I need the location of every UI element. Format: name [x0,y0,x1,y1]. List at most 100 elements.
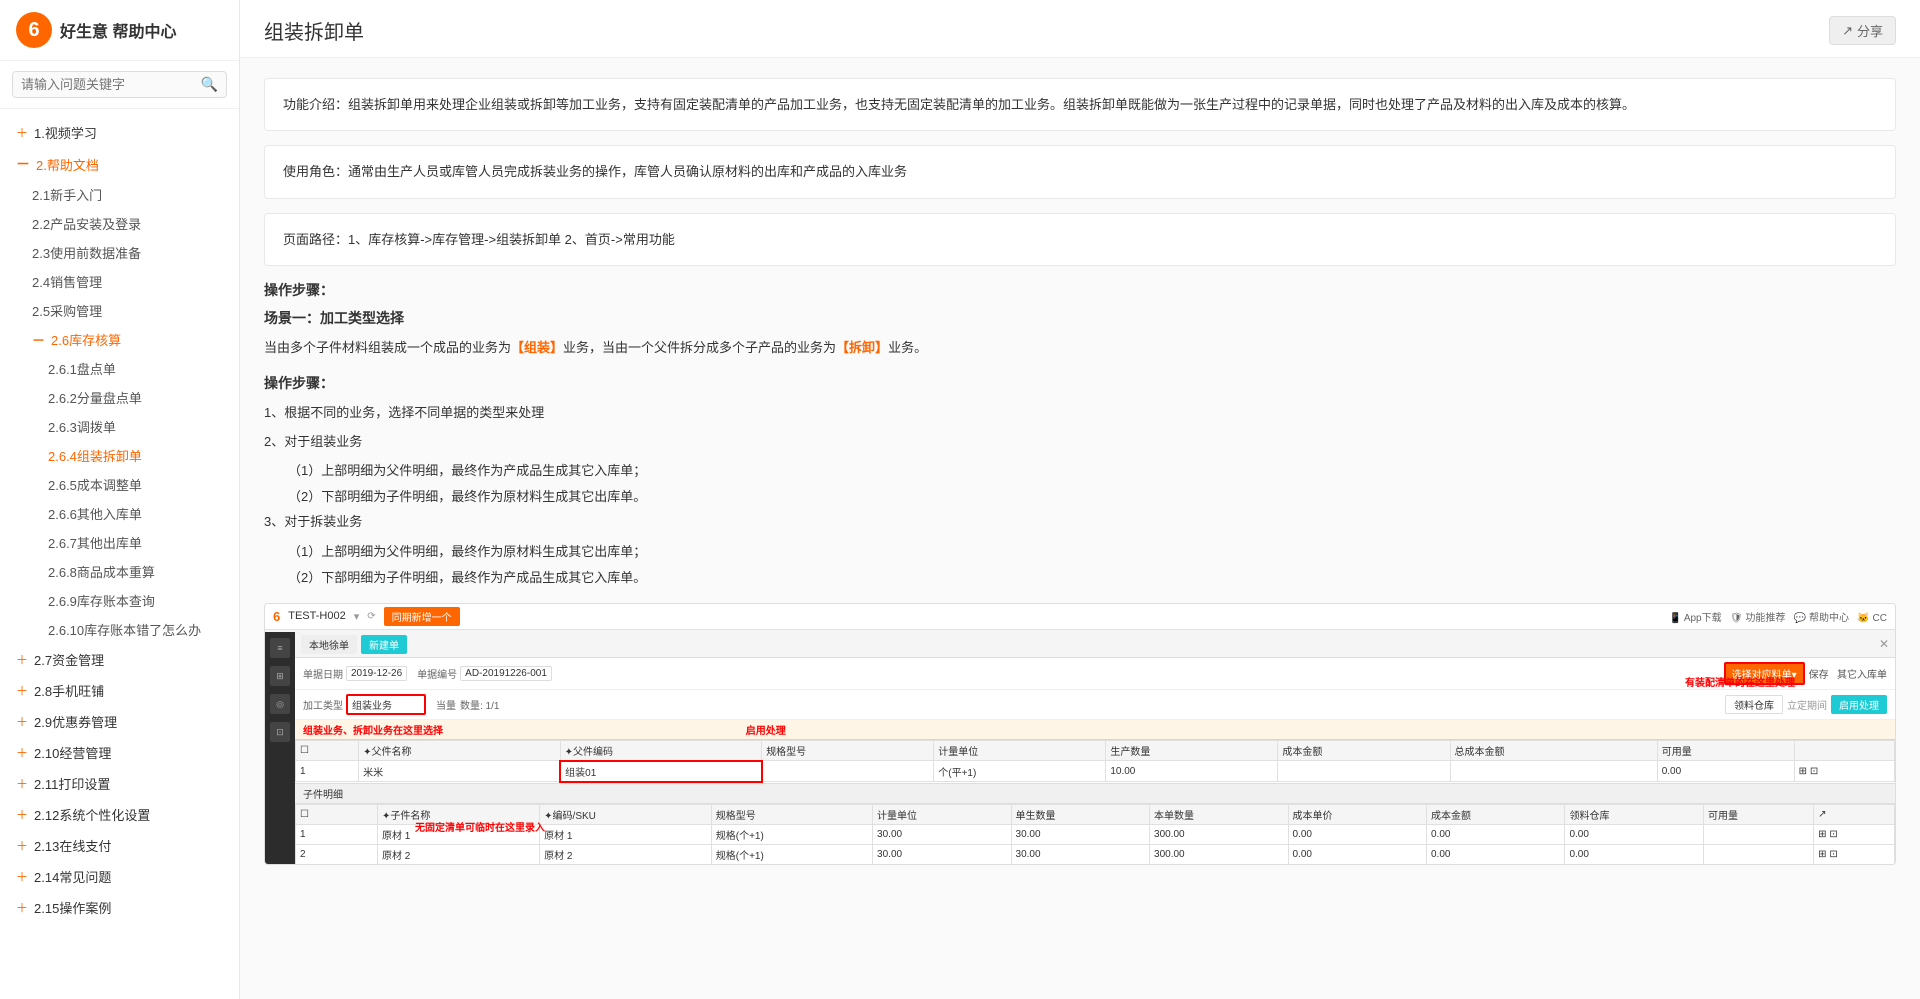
app-left-sidebar: ≡ ⊞ ◎ ⊡ [265,632,295,864]
sidebar-item-purchase[interactable]: 2.5采购管理 [0,296,239,325]
sidebar-item-cost-adjust[interactable]: 2.6.5成本调整单 [0,470,239,499]
minus-icon: － [16,154,30,174]
form-field-order: 单据编号 AD-20191226-001 [417,666,552,681]
sidebar-item-stocktake[interactable]: 2.6.1盘点单 [0,354,239,383]
app-form-row2: 加工类型 组装业务 当量 数量: 1/1 领料仓库 立定期间 启用处理 [295,690,1895,720]
scenario1-title: 场景一：加工类型选择 [264,308,1896,328]
sidebar-item-finance[interactable]: ＋ 2.7资金管理 [0,644,239,675]
sidebar-item-newbie[interactable]: 2.1新手入门 [0,180,239,209]
search-icon[interactable]: 🔍 [201,76,218,93]
app-top-icons: 📱 App下载 🛡 功能推荐 💬 帮助中心 🐱 CC [1669,609,1887,624]
type-value[interactable]: 组装业务 [346,694,426,715]
form-row2-actions: 领料仓库 立定期间 启用处理 [1725,695,1887,714]
sidebar-item-other-out[interactable]: 2.6.7其他出库单 [0,528,239,557]
main-content: 组装拆卸单 ↗ 分享 功能介绍：组装拆卸单用来处理企业组装或拆卸等加工业务，支持… [240,0,1920,999]
plus-icon-payment: ＋ [16,837,28,854]
sidebar-item-ops[interactable]: ＋ 2.10经营管理 [0,737,239,768]
screenshot-mockup: 6 TEST-H002 ▾ ⟳ 同期新增一个 📱 App下载 🛡 功能推荐 💬 … [264,603,1896,865]
plus-icon-personalization: ＋ [16,806,28,823]
sidebar-item-mobile[interactable]: ＋ 2.8手机旺铺 [0,675,239,706]
cell-total [1450,761,1657,782]
app-tabs-row: 本地徐单 新建单 ✕ [295,632,1895,658]
sidebar-nav: ＋ 1.视频学习 － 2.帮助文档 2.1新手入门 2.2产品安装及登录 2.3… [0,109,239,999]
lc-available: 可用量 [1703,804,1813,824]
sidebar-item-ledger-error[interactable]: 2.6.10库存账本错了怎么办 [0,615,239,644]
app-logo-mini: 6 [273,609,280,624]
lc-warehouse: 领料仓库 [1565,804,1703,824]
sidebar-item-video[interactable]: ＋ 1.视频学习 [0,117,239,148]
cell-spec [762,761,934,782]
sidebar-item-cost-recalc[interactable]: 2.6.8商品成本重算 [0,557,239,586]
lc2-unit: 30.00 [873,844,1011,864]
sidebar-item-transfer[interactable]: 2.6.3调拨单 [0,412,239,441]
cell-sku-highlighted: 组装01 [560,761,762,782]
col-name: ✦父件名称 [359,740,561,761]
col-qty: 生产数量 [1106,740,1278,761]
col-cost: 成本金额 [1278,740,1450,761]
enable-btn[interactable]: 启用处理 [1831,695,1887,714]
warehouse-field[interactable]: 领料仓库 [1725,695,1783,714]
sidebar-item-cases[interactable]: ＋ 2.15操作案例 [0,892,239,923]
app-lower-table: ☐ ✦子件名称 ✦编码/SKU 规格型号 计量单位 单生数量 本单数量 成本单价… [295,804,1895,864]
share-button[interactable]: ↗ 分享 [1829,16,1896,45]
sidebar-item-print[interactable]: ＋ 2.11打印设置 [0,768,239,799]
app-close-icon[interactable]: ✕ [1879,637,1889,651]
sidebar-item-other-in[interactable]: 2.6.6其他入库单 [0,499,239,528]
app-tab-local[interactable]: 本地徐单 [301,635,357,654]
sidebar-mini-icon4: ⊡ [270,722,290,742]
col-sku: ✦父件编码 [560,740,762,761]
highlight-disassembly: 【拆卸】 [836,340,888,355]
cell-cost [1278,761,1450,782]
intro-box-2: 使用角色：通常由生产人员或库管人员完成拆装业务的操作，库管人员确认原材料的出库和… [264,145,1896,198]
cell-name: 米米 [359,761,561,782]
sidebar-item-assembly[interactable]: 2.6.4组装拆卸单 [0,441,239,470]
lc1-total: 0.00 [1426,824,1564,844]
main-header: 组装拆卸单 ↗ 分享 [240,0,1920,58]
plus-icon-faq: ＋ [16,868,28,885]
form-action-icons: 保存 其它入库单 [1809,666,1887,681]
table-row-upper-1: 1 米米 组装01 个(平+1) 10.00 0.00 ⊞ ⊡ [296,761,1895,782]
sidebar-item-payment[interactable]: ＋ 2.13在线支付 [0,830,239,861]
order-value: AD-20191226-001 [460,666,552,681]
sidebar-item-faq[interactable]: ＋ 2.14常见问题 [0,861,239,892]
plus-icon-print: ＋ [16,775,28,792]
sidebar-item-personalization[interactable]: ＋ 2.12系统个性化设置 [0,799,239,830]
logo-icon: 6 [16,12,52,48]
app-refresh-icon: ⟳ [367,611,375,622]
sidebar-mini-icon2: ⊞ [270,666,290,686]
app-tab-new[interactable]: 新建单 [361,635,407,654]
lower-table-element: ☐ ✦子件名称 ✦编码/SKU 规格型号 计量单位 单生数量 本单数量 成本单价… [295,804,1895,864]
sidebar-item-install[interactable]: 2.2产品安装及登录 [0,209,239,238]
lc2-wh: 0.00 [1565,844,1703,864]
steps-title: 操作步骤： [264,280,1896,300]
lc1-qty: 300.00 [1150,824,1288,844]
lc1-avail [1703,824,1813,844]
app-logo-text: 好生意 帮助中心 [60,18,176,42]
plus-icon-mobile: ＋ [16,682,28,699]
app-new-btn[interactable]: 同期新增一个 [384,607,460,626]
form-row2-extra: 当量 数量: 1/1 [436,697,1715,712]
sidebar-item-inventory[interactable]: － 2.6库存核算 [0,325,239,354]
lc1-unit: 30.00 [873,824,1011,844]
plus-icon-finance: ＋ [16,651,28,668]
app-company: TEST-H002 [288,610,345,622]
share-icon: ↗ [1842,23,1853,39]
step2-text: 2、对于组装业务 [264,430,1896,455]
sidebar: 6 好生意 帮助中心 🔍 ＋ 1.视频学习 － 2.帮助文档 2.1新手入门 2… [0,0,240,999]
lc-qty: 本单数量 [1150,804,1288,824]
intro-box-1: 功能介绍：组装拆卸单用来处理企业组装或拆卸等加工业务，支持有固定装配清单的产品加… [264,78,1896,131]
sidebar-item-partial-stocktake[interactable]: 2.6.2分量盘点单 [0,383,239,412]
col-total-cost: 总成本金额 [1450,740,1657,761]
sidebar-item-help-docs[interactable]: － 2.帮助文档 [0,148,239,180]
search-input[interactable] [21,77,201,92]
sidebar-item-ledger-query[interactable]: 2.6.9库存账本查询 [0,586,239,615]
sidebar-header: 6 好生意 帮助中心 [0,0,239,61]
sidebar-item-sales[interactable]: 2.4销售管理 [0,267,239,296]
lc-cost-amt: 成本金额 [1426,804,1564,824]
sidebar-item-data-prep[interactable]: 2.3使用前数据准备 [0,238,239,267]
lc2-name: 原材 2 [377,844,539,864]
sidebar-item-coupon[interactable]: ＋ 2.9优惠券管理 [0,706,239,737]
date-value: 2019-12-26 [346,666,407,681]
plus-icon-ops: ＋ [16,744,28,761]
lc-actions: ↗ [1814,804,1895,824]
